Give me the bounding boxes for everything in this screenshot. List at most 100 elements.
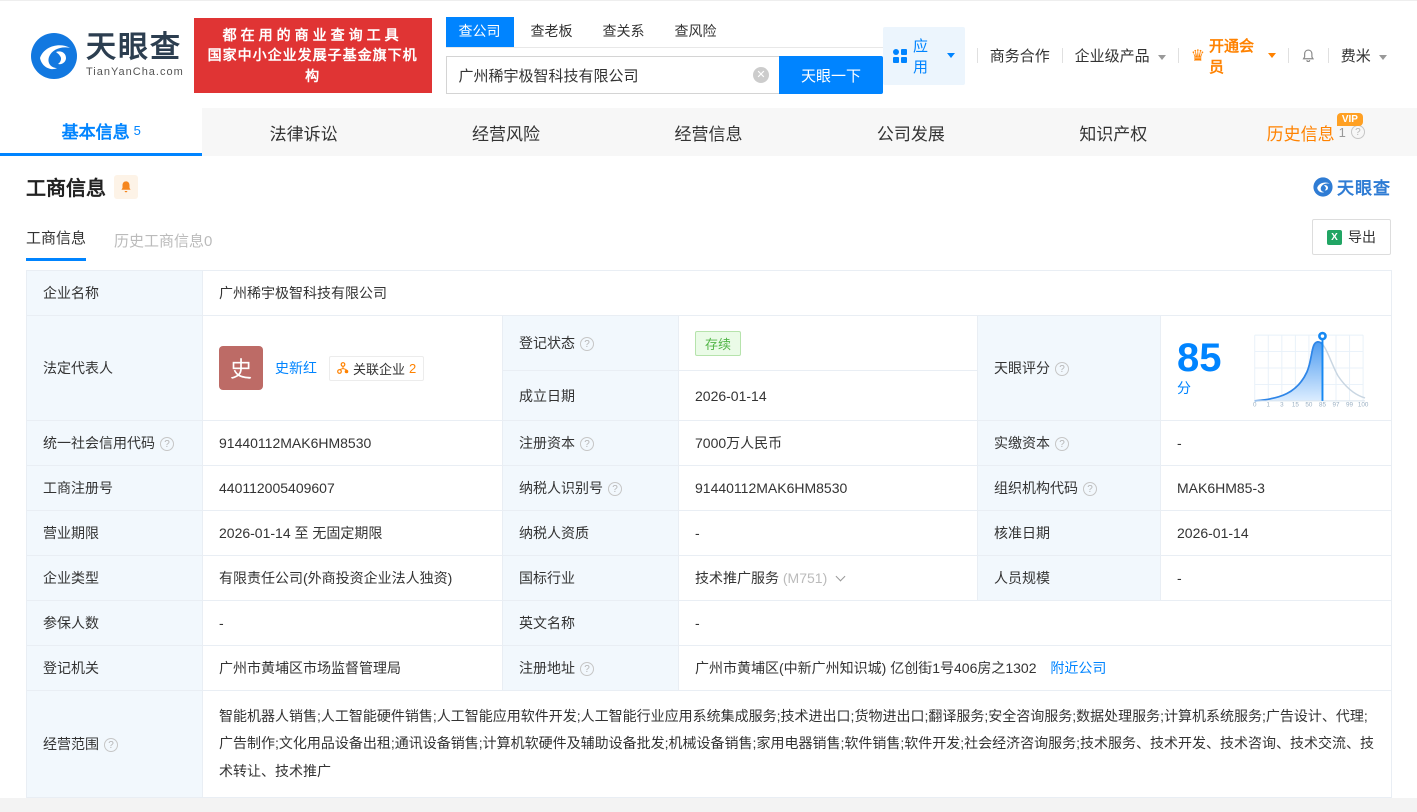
table-row: 法定代表人 史 史新红 关联企业 2	[27, 316, 1392, 371]
tianyancha-logo[interactable]: 天眼查 TianYanCha.com	[30, 32, 184, 80]
help-icon[interactable]: ?	[160, 437, 174, 451]
field-label-text: 登记状态	[519, 335, 575, 351]
field-label-text: 注册资本	[519, 435, 575, 451]
nearby-companies-link[interactable]: 附近公司	[1050, 660, 1106, 676]
nav-enterprise[interactable]: 企业级产品	[1075, 45, 1166, 66]
related-companies-label: 关联企业	[353, 359, 405, 378]
score-unit: 分	[1177, 380, 1191, 396]
approval-date-value: 2026-01-14	[1161, 511, 1392, 556]
tab-legal-proceedings[interactable]: 法律诉讼	[202, 108, 404, 156]
top-navigation: 应用 商务合作 企业级产品 ♛ 开通会员 费米	[883, 27, 1387, 85]
monitor-bell-button[interactable]	[114, 175, 138, 199]
divider	[1288, 48, 1289, 63]
industry-value[interactable]: 技术推广服务 (M751)	[679, 556, 978, 601]
insured-count-value: -	[203, 601, 503, 646]
promo-banner: 都在用的商业查询工具 国家中小企业发展子基金旗下机构	[194, 18, 432, 93]
search-tab-relation[interactable]: 查关系	[590, 17, 658, 47]
svg-text:0: 0	[1253, 402, 1257, 408]
table-row: 企业类型 有限责任公司(外商投资企业法人独资) 国标行业 技术推广服务 (M75…	[27, 556, 1392, 601]
tab-operating-info[interactable]: 经营信息	[607, 108, 809, 156]
org-code-value: MAK6HM85-3	[1161, 466, 1392, 511]
search-input[interactable]	[446, 56, 779, 94]
field-label: 注册地址?	[503, 646, 679, 691]
svg-text:3: 3	[1280, 402, 1284, 408]
tab-basic-info[interactable]: 基本信息 5	[0, 108, 202, 156]
subtab-business-info[interactable]: 工商信息	[26, 227, 86, 261]
help-icon[interactable]: ?	[580, 437, 594, 451]
tab-label: 历史信息	[1267, 120, 1335, 145]
company-name-value: 广州稀宇极智科技有限公司	[203, 271, 1392, 316]
table-row: 经营范围? 智能机器人销售;人工智能硬件销售;人工智能应用软件开发;人工智能行业…	[27, 691, 1392, 798]
header: 天眼查 TianYanCha.com 都在用的商业查询工具 国家中小企业发展子基…	[0, 0, 1417, 108]
help-icon[interactable]: ?	[104, 738, 118, 752]
help-icon[interactable]: ?	[1055, 437, 1069, 451]
search-tab-company[interactable]: 查公司	[446, 17, 514, 47]
notification-bell-icon[interactable]	[1301, 48, 1316, 64]
tab-operating-risk[interactable]: 经营风险	[405, 108, 607, 156]
tab-count: 5	[134, 123, 141, 138]
svg-text:85: 85	[1319, 402, 1326, 408]
help-icon[interactable]: ?	[1083, 482, 1097, 496]
tab-label: 基本信息	[62, 118, 130, 143]
field-label: 英文名称	[503, 601, 679, 646]
chevron-down-icon	[1379, 55, 1387, 60]
reg-authority-value: 广州市黄埔区市场监督管理局	[203, 646, 503, 691]
divider	[1062, 48, 1063, 63]
industry-code: (M751)	[783, 570, 827, 586]
nav-cooperation[interactable]: 商务合作	[990, 45, 1050, 66]
search-tab-risk[interactable]: 查风险	[662, 17, 730, 47]
score-cell[interactable]: 85 分	[1161, 316, 1392, 421]
user-menu[interactable]: 费米	[1341, 45, 1387, 66]
divider	[1178, 48, 1179, 63]
credit-code-value: 91440112MAK6HM8530	[203, 421, 503, 466]
divider	[1328, 48, 1329, 63]
help-icon[interactable]: ?	[608, 482, 622, 496]
staff-size-value: -	[1161, 556, 1392, 601]
svg-text:1: 1	[1267, 402, 1271, 408]
help-icon[interactable]: ?	[1055, 362, 1069, 376]
tianyancha-logo-icon	[30, 32, 78, 80]
help-icon[interactable]: ?	[1351, 125, 1365, 139]
apps-menu[interactable]: 应用	[883, 27, 965, 85]
company-tab-bar: 基本信息 5 法律诉讼 经营风险 经营信息 公司发展 知识产权 VIP 历史信息…	[0, 108, 1417, 156]
divider	[977, 48, 978, 63]
business-term-value: 2026-01-14 至 无固定期限	[203, 511, 503, 556]
chevron-down-icon[interactable]	[836, 572, 846, 582]
watermark-logo: 天眼查	[1313, 174, 1391, 199]
crown-icon: ♛	[1191, 46, 1205, 66]
clear-search-icon[interactable]: ✕	[753, 67, 769, 83]
search-area: 查公司 查老板 查关系 查风险 ✕ 天眼一下	[446, 17, 883, 94]
open-vip-button[interactable]: ♛ 开通会员	[1191, 35, 1277, 77]
related-companies-badge[interactable]: 关联企业 2	[329, 356, 424, 381]
apps-label: 应用	[913, 35, 937, 77]
score-value: 85	[1177, 336, 1222, 380]
field-label: 企业类型	[27, 556, 203, 601]
field-label: 核准日期	[978, 511, 1161, 556]
help-icon[interactable]: ?	[580, 662, 594, 676]
field-label-text: 组织机构代码	[994, 480, 1078, 496]
table-row: 登记机关 广州市黄埔区市场监督管理局 注册地址? 广州市黄埔区(中新广州知识城)…	[27, 646, 1392, 691]
avatar[interactable]: 史	[219, 346, 263, 390]
legal-rep-link[interactable]: 史新红	[275, 358, 317, 378]
username: 费米	[1341, 48, 1371, 65]
reg-number-value: 440112005409607	[203, 466, 503, 511]
tianyancha-logo-icon	[1313, 177, 1333, 197]
search-tab-boss[interactable]: 查老板	[518, 17, 586, 47]
subtab-history-business-info[interactable]: 历史工商信息0	[114, 230, 212, 261]
field-label: 法定代表人	[27, 316, 203, 421]
search-button[interactable]: 天眼一下	[779, 56, 883, 94]
reg-address-cell: 广州市黄埔区(中新广州知识城) 亿创街1号406房之1302 附近公司	[679, 646, 1392, 691]
tab-intellectual-property[interactable]: 知识产权	[1012, 108, 1214, 156]
field-label: 组织机构代码?	[978, 466, 1161, 511]
table-row: 营业期限 2026-01-14 至 无固定期限 纳税人资质 - 核准日期 202…	[27, 511, 1392, 556]
tab-history-info[interactable]: VIP 历史信息 1 ?	[1215, 108, 1417, 156]
english-name-value: -	[679, 601, 1392, 646]
tab-label: 公司发展	[877, 120, 945, 145]
business-scope-value: 智能机器人销售;人工智能硬件销售;人工智能应用软件开发;人工智能行业应用系统集成…	[203, 691, 1392, 798]
apps-grid-icon	[893, 49, 907, 63]
export-button[interactable]: X 导出	[1312, 219, 1391, 255]
field-label: 参保人数	[27, 601, 203, 646]
tab-company-development[interactable]: 公司发展	[810, 108, 1012, 156]
help-icon[interactable]: ?	[580, 337, 594, 351]
field-label-text: 实缴资本	[994, 435, 1050, 451]
